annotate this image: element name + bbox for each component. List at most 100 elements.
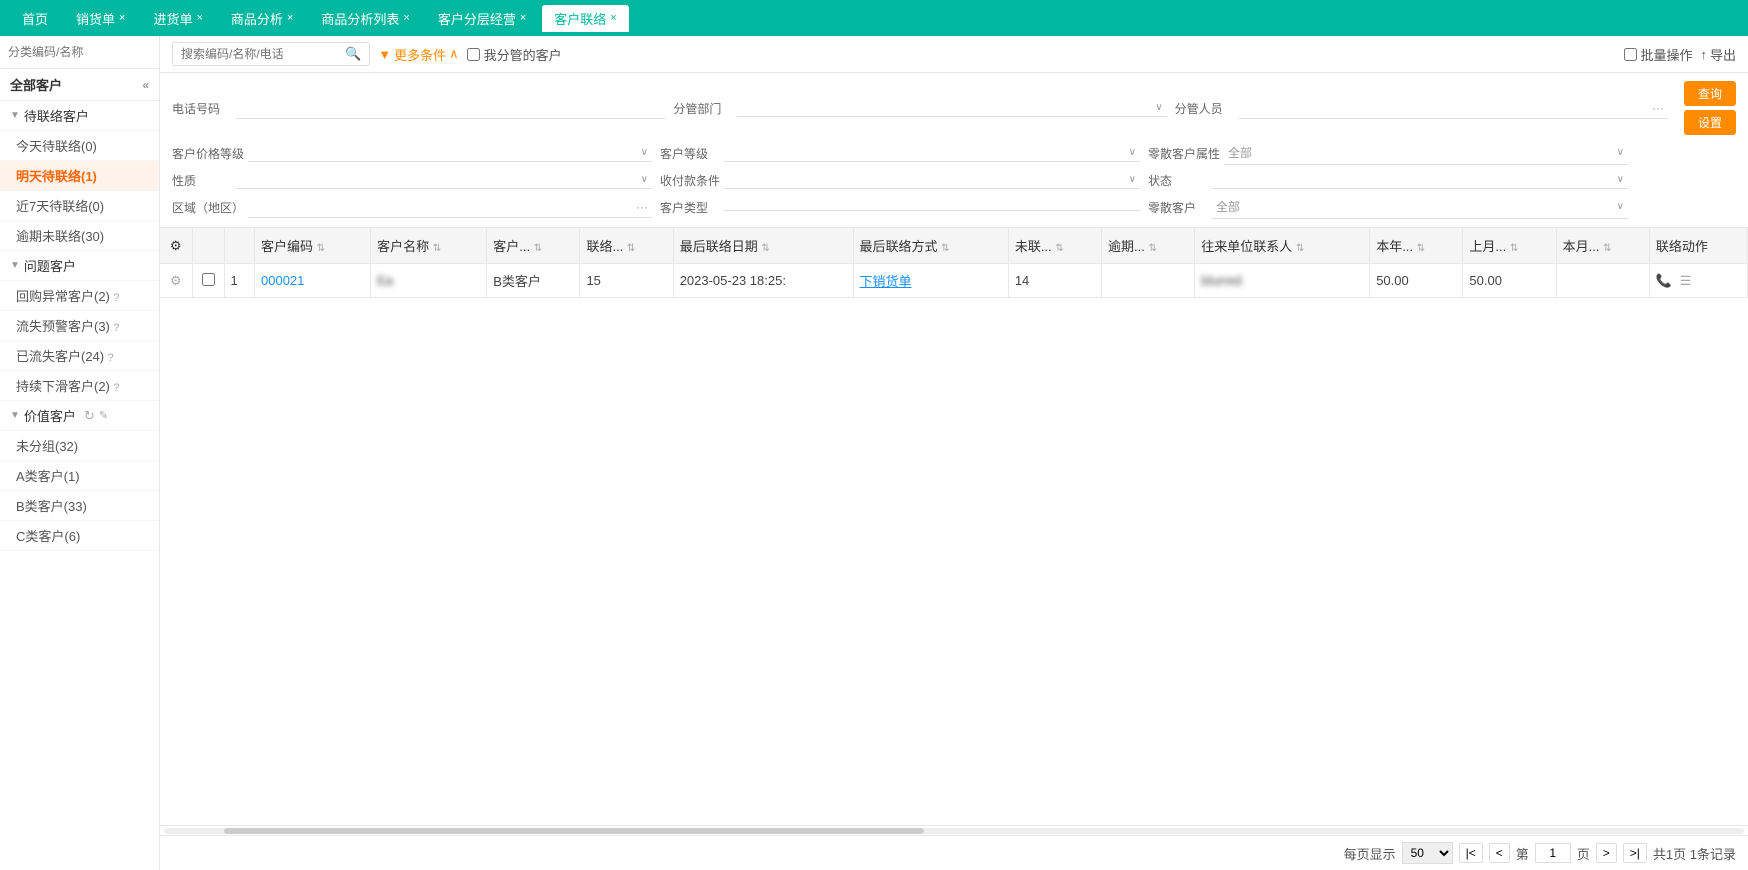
sort-ctype[interactable]: ⇅ bbox=[534, 243, 542, 254]
filter-phone-input[interactable] bbox=[236, 98, 665, 119]
nav-purchase[interactable]: 进货单 × bbox=[141, 5, 214, 32]
group-pending-contact[interactable]: ▼ 待联络客户 bbox=[0, 101, 159, 131]
search-input[interactable] bbox=[181, 47, 341, 61]
last-method-link[interactable]: 下销货单 bbox=[860, 274, 912, 289]
cell-name: Ea bbox=[371, 264, 487, 298]
nav-home[interactable]: 首页 bbox=[10, 5, 60, 32]
sidebar-item-churned[interactable]: 已流失客户(24) ? bbox=[0, 341, 159, 371]
filter-gender-select[interactable]: ∨ bbox=[236, 171, 652, 189]
more-conditions-btn[interactable]: ▼ 更多条件 ∧ bbox=[378, 45, 458, 64]
sort-code[interactable]: ⇅ bbox=[317, 243, 325, 254]
batch-operation-btn[interactable]: 批量操作 bbox=[1624, 45, 1692, 64]
nav-close-analysis[interactable]: × bbox=[287, 12, 293, 24]
batch-checkbox[interactable] bbox=[1624, 48, 1637, 61]
sidebar-item-repurchase-abnormal[interactable]: 回购异常客户(2) ? bbox=[0, 281, 159, 311]
col-header-name[interactable]: 客户名称 ⇅ bbox=[371, 228, 487, 264]
filter-payment-select[interactable]: ∨ bbox=[724, 171, 1140, 189]
col-header-contacts[interactable]: 联络... ⇅ bbox=[580, 228, 673, 264]
col-header-ctype[interactable]: 客户... ⇅ bbox=[487, 228, 580, 264]
col-header-last-month[interactable]: 上月... ⇅ bbox=[1463, 228, 1556, 264]
scrollbar-thumb[interactable] bbox=[224, 828, 924, 834]
export-btn[interactable]: ↑ 导出 bbox=[1700, 45, 1736, 64]
refresh-icon[interactable]: ↻ bbox=[84, 408, 95, 424]
group-problem-customers[interactable]: ▼ 问题客户 bbox=[0, 251, 159, 281]
filter-person-dots[interactable]: ··· bbox=[1652, 101, 1664, 115]
group-value-customers[interactable]: ▼ 价值客户 ↻ ✎ bbox=[0, 401, 159, 431]
help-icon-2[interactable]: ? bbox=[113, 322, 119, 334]
per-page-select[interactable]: 50 20 100 bbox=[1402, 842, 1453, 864]
col-header-no-contact[interactable]: 未联... ⇅ bbox=[1008, 228, 1101, 264]
sort-name[interactable]: ⇅ bbox=[433, 243, 441, 254]
row-checkbox[interactable] bbox=[202, 273, 215, 286]
nav-close-customer-tier[interactable]: × bbox=[520, 12, 526, 24]
nav-customer-contact[interactable]: 客户联络 × bbox=[542, 5, 628, 32]
nav-close-purchase[interactable]: × bbox=[196, 12, 202, 24]
col-header-last-date[interactable]: 最后联络日期 ⇅ bbox=[673, 228, 853, 264]
sidebar-item-today-contact[interactable]: 今天待联络(0) bbox=[0, 131, 159, 161]
col-header-overdue[interactable]: 逾期... ⇅ bbox=[1102, 228, 1195, 264]
my-customers-checkbox[interactable] bbox=[467, 48, 480, 61]
collapse-icon[interactable]: « bbox=[142, 78, 149, 92]
help-icon-3[interactable]: ? bbox=[107, 352, 113, 364]
sort-contacts[interactable]: ⇅ bbox=[627, 243, 635, 254]
col-header-gear[interactable]: ⚙ bbox=[160, 228, 192, 264]
nav-close-customer-contact[interactable]: × bbox=[610, 12, 616, 24]
filter-customer-level-select[interactable]: ∨ bbox=[724, 144, 1140, 162]
page-number-input[interactable] bbox=[1535, 843, 1571, 863]
sort-last-method[interactable]: ⇅ bbox=[941, 243, 949, 254]
col-header-last-method[interactable]: 最后联络方式 ⇅ bbox=[853, 228, 1008, 264]
sort-last-month[interactable]: ⇅ bbox=[1510, 243, 1518, 254]
filter-status-select[interactable]: ∨ bbox=[1212, 171, 1628, 189]
edit-icon[interactable]: ✎ bbox=[99, 409, 108, 422]
sort-last-date[interactable]: ⇅ bbox=[761, 243, 769, 254]
col-header-code[interactable]: 客户编码 ⇅ bbox=[255, 228, 371, 264]
sidebar-item-tomorrow-contact[interactable]: 明天待联络(1) bbox=[0, 161, 159, 191]
sidebar-item-declining[interactable]: 持续下滑客户(2) ? bbox=[0, 371, 159, 401]
horizontal-scrollbar[interactable] bbox=[160, 825, 1748, 835]
help-icon-4[interactable]: ? bbox=[113, 382, 119, 394]
settings-btn[interactable]: 设置 bbox=[1684, 110, 1736, 135]
search-icon[interactable]: 🔍 bbox=[345, 46, 361, 62]
page-prev-btn[interactable]: < bbox=[1489, 843, 1510, 863]
help-icon-1[interactable]: ? bbox=[113, 292, 119, 304]
sort-overdue[interactable]: ⇅ bbox=[1149, 243, 1157, 254]
page-first-btn[interactable]: |< bbox=[1459, 843, 1483, 863]
filter-price-level-select[interactable]: ∨ bbox=[248, 144, 652, 162]
nav-close-analysis-list[interactable]: × bbox=[403, 12, 409, 24]
sort-no-contact[interactable]: ⇅ bbox=[1055, 243, 1063, 254]
filter-retail-customer-select[interactable]: 全部∨ bbox=[1212, 195, 1628, 219]
filter-dept-select[interactable]: ∨ bbox=[737, 99, 1166, 117]
filter-retail-attr-select[interactable]: 全部∨ bbox=[1224, 141, 1628, 165]
sidebar-item-overdue-contact[interactable]: 逾期未联络(30) bbox=[0, 221, 159, 251]
sidebar-item-churn-warning[interactable]: 流失预警客户(3) ? bbox=[0, 311, 159, 341]
filter-area-dots[interactable]: ··· bbox=[636, 200, 648, 214]
sidebar-item-class-b[interactable]: B类客户(33) bbox=[0, 491, 159, 521]
sidebar-search-input[interactable] bbox=[8, 45, 160, 59]
cell-code[interactable]: 000021 bbox=[255, 264, 371, 298]
sidebar-item-week-contact[interactable]: 近7天待联络(0) bbox=[0, 191, 159, 221]
action-menu-icon[interactable]: ☰ bbox=[1680, 273, 1692, 288]
sort-contact-person[interactable]: ⇅ bbox=[1296, 243, 1304, 254]
sidebar-item-class-c[interactable]: C类客户(6) bbox=[0, 521, 159, 551]
col-header-contact-person[interactable]: 往来单位联系人 ⇅ bbox=[1195, 228, 1370, 264]
action-phone-icon[interactable]: 📞 bbox=[1656, 273, 1672, 288]
nav-sales[interactable]: 销货单 × bbox=[64, 5, 137, 32]
all-customers-header[interactable]: 全部客户 « bbox=[0, 69, 159, 101]
nav-customer-tier[interactable]: 客户分层经营 × bbox=[426, 5, 538, 32]
page-last-btn[interactable]: >| bbox=[1623, 843, 1647, 863]
filter-customer-type-select[interactable] bbox=[724, 204, 1140, 211]
query-btn[interactable]: 查询 bbox=[1684, 81, 1736, 106]
cell-gear[interactable]: ⚙ bbox=[160, 264, 192, 298]
cell-check[interactable] bbox=[192, 264, 224, 298]
sort-this-year[interactable]: ⇅ bbox=[1417, 243, 1425, 254]
nav-analysis[interactable]: 商品分析 × bbox=[219, 5, 305, 32]
nav-close-sales[interactable]: × bbox=[119, 12, 125, 24]
sort-this-month[interactable]: ⇅ bbox=[1603, 243, 1611, 254]
sidebar-item-unclassified[interactable]: 未分组(32) bbox=[0, 431, 159, 461]
nav-analysis-list[interactable]: 商品分析列表 × bbox=[309, 5, 421, 32]
col-header-this-year[interactable]: 本年... ⇅ bbox=[1370, 228, 1463, 264]
cell-last-method[interactable]: 下销货单 bbox=[853, 264, 1008, 298]
page-next-btn[interactable]: > bbox=[1596, 843, 1617, 863]
sidebar-item-class-a[interactable]: A类客户(1) bbox=[0, 461, 159, 491]
col-header-this-month[interactable]: 本月... ⇅ bbox=[1556, 228, 1649, 264]
